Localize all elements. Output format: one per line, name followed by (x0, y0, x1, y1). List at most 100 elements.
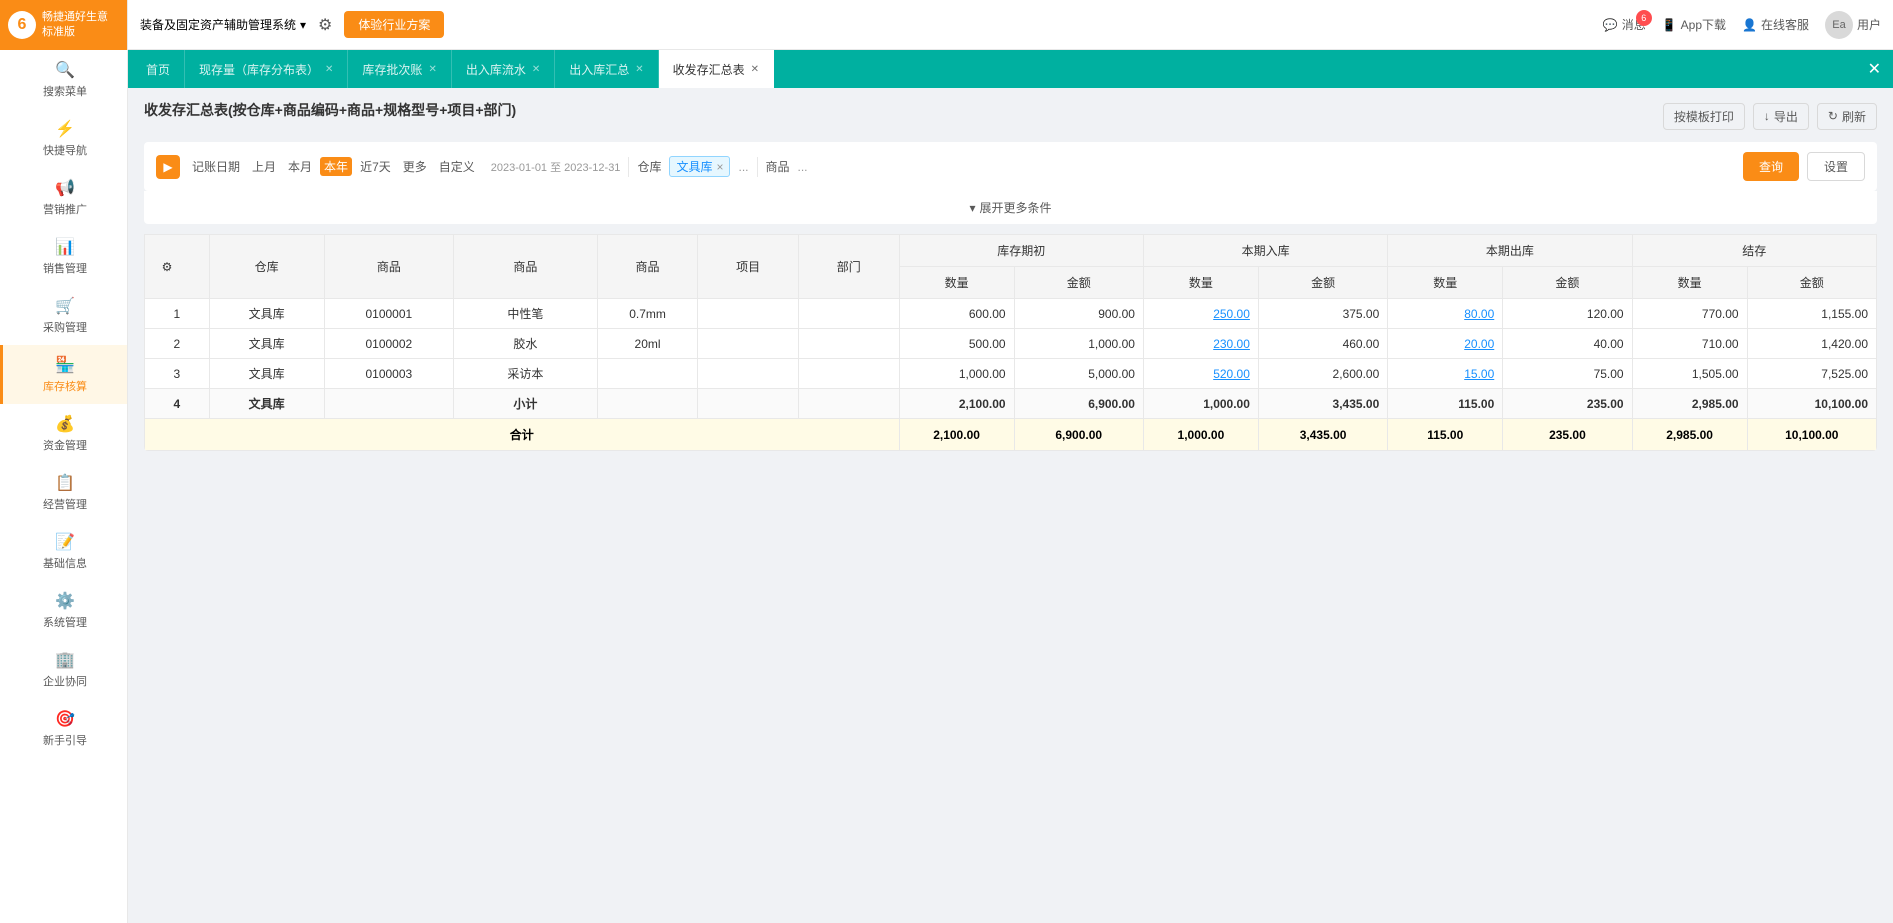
date-last-month[interactable]: 上月 (248, 157, 280, 176)
sidebar-item-basic-info[interactable]: 📝基础信息 (0, 522, 127, 581)
warehouse-tag-close[interactable]: × (716, 160, 723, 174)
filter-bar: ▶ 记账日期 上月 本月 本年 近7天 更多 自定义 2023-01-01 至 … (144, 142, 1877, 191)
footer-out-qty: 115.00 (1388, 419, 1503, 451)
data-table: ⚙ 仓库 商品 商品 商品 项目 部门 库存期初 本期入库 本期出库 结存 (144, 234, 1877, 451)
row-out-qty[interactable]: 20.00 (1388, 329, 1503, 359)
page-content: 收发存汇总表(按仓库+商品编码+商品+规格型号+项目+部门) 按模板打印 ↓ 导… (128, 88, 1893, 923)
sidebar-item-quick-nav[interactable]: ⚡快捷导航 (0, 109, 127, 168)
warehouse-tag[interactable]: 文具库 × (669, 156, 730, 177)
sidebar-item-operations[interactable]: 📋经营管理 (0, 463, 127, 522)
row-open-qty: 600.00 (899, 299, 1014, 329)
online-service-action[interactable]: 👤 在线客服 (1742, 16, 1809, 33)
inventory-icon: 🏪 (55, 355, 75, 375)
sidebar-item-marketing[interactable]: 📢营销推广 (0, 168, 127, 227)
date-this-month[interactable]: 本月 (284, 157, 316, 176)
row-seq: 4 (145, 389, 210, 419)
open-stock-header: 库存期初 (899, 235, 1143, 267)
date-custom[interactable]: 自定义 (435, 157, 479, 176)
row-open-amt: 6,900.00 (1014, 389, 1143, 419)
warehouse-more[interactable]: ... (738, 160, 748, 174)
settings-col-header[interactable]: ⚙ (145, 235, 210, 299)
row-in-amt: 375.00 (1258, 299, 1387, 329)
tab-label-home: 首页 (146, 61, 170, 78)
balance-header: 结存 (1632, 235, 1876, 267)
footer-open-amt: 6,900.00 (1014, 419, 1143, 451)
sidebar-item-finance[interactable]: 💰资金管理 (0, 404, 127, 463)
row-spec (597, 389, 698, 419)
row-project (698, 389, 799, 419)
refresh-button[interactable]: ↻ 刷新 (1817, 103, 1877, 130)
tab-label-batch: 库存批次账 (362, 61, 422, 78)
row-dept (798, 389, 899, 419)
footer-open-qty: 2,100.00 (899, 419, 1014, 451)
row-out-amt: 40.00 (1503, 329, 1632, 359)
tab-close-inout-flow[interactable]: ✕ (532, 64, 540, 75)
sidebar-item-inventory[interactable]: 🏪库存核算 (0, 345, 127, 404)
tab-bar-close-btn[interactable]: ✕ (1860, 59, 1889, 79)
sidebar-item-search[interactable]: 🔍搜索菜单 (0, 50, 127, 109)
date-this-year[interactable]: 本年 (320, 157, 352, 176)
row-in-qty[interactable]: 230.00 (1143, 329, 1258, 359)
message-action[interactable]: 💬 消息 6 (1603, 16, 1646, 33)
filter-row: 记账日期 上月 本月 本年 近7天 更多 自定义 2023-01-01 至 20… (192, 156, 1731, 177)
row-in-qty[interactable]: 520.00 (1143, 359, 1258, 389)
goods-more[interactable]: ... (798, 160, 808, 174)
filter-toggle[interactable]: ▶ (156, 155, 180, 179)
row-dept (798, 359, 899, 389)
row-open-qty: 500.00 (899, 329, 1014, 359)
tab-inout-flow[interactable]: 出入库流水✕ (452, 50, 555, 88)
marketing-icon: 📢 (55, 178, 75, 198)
tab-home[interactable]: 首页 (132, 50, 185, 88)
row-out-qty[interactable]: 15.00 (1388, 359, 1503, 389)
table-footer-row: 合计 2,100.00 6,900.00 1,000.00 3,435.00 1… (145, 419, 1877, 451)
row-seq: 1 (145, 299, 210, 329)
system-icon: ⚙️ (55, 591, 75, 611)
sales-icon: 📊 (55, 237, 75, 257)
tab-label-inventory-dist: 现存量（库存分布表） (199, 61, 319, 78)
in-stock-header: 本期入库 (1143, 235, 1387, 267)
sidebar-item-system[interactable]: ⚙️系统管理 (0, 581, 127, 640)
row-out-amt: 75.00 (1503, 359, 1632, 389)
row-name: 胶水 (454, 329, 598, 359)
row-open-amt: 900.00 (1014, 299, 1143, 329)
print-button[interactable]: 按模板打印 (1663, 103, 1745, 130)
tab-recv-send-summary[interactable]: 收发存汇总表✕ (659, 50, 774, 88)
row-open-qty: 1,000.00 (899, 359, 1014, 389)
sidebar-item-sales[interactable]: 📊销售管理 (0, 227, 127, 286)
date-more[interactable]: 更多 (399, 157, 431, 176)
user-action[interactable]: Ea 用户 (1825, 11, 1881, 39)
row-name: 中性笔 (454, 299, 598, 329)
sidebar-item-purchase[interactable]: 🛒采购管理 (0, 286, 127, 345)
tab-inout-summary[interactable]: 出入库汇总✕ (555, 50, 658, 88)
quick-nav-icon: ⚡ (55, 119, 75, 139)
row-out-amt: 120.00 (1503, 299, 1632, 329)
spec-col-header: 商品 (597, 235, 698, 299)
query-button[interactable]: 查询 (1743, 152, 1799, 181)
date-7days[interactable]: 近7天 (356, 157, 395, 176)
open-qty-header: 数量 (899, 267, 1014, 299)
setting-button[interactable]: 设置 (1807, 152, 1865, 181)
app-download-action[interactable]: 📱 App下载 (1662, 16, 1726, 33)
logo-icon: 6 (8, 11, 36, 39)
sidebar-nav: 🔍搜索菜单⚡快捷导航📢营销推广📊销售管理🛒采购管理🏪库存核算💰资金管理📋经营管理… (0, 50, 127, 923)
table-row: 4 文具库 小计 2,100.00 6,900.00 1,000.00 3,43… (145, 389, 1877, 419)
tab-close-recv-send-summary[interactable]: ✕ (751, 64, 759, 75)
tab-close-batch[interactable]: ✕ (428, 64, 436, 75)
gear-button[interactable]: ⚙ (318, 15, 332, 35)
filter-divider2 (757, 157, 758, 177)
expand-conditions-btn[interactable]: ▾ 展开更多条件 (156, 199, 1865, 216)
row-code: 0100003 (324, 359, 453, 389)
tab-inventory-dist[interactable]: 现存量（库存分布表） ✕ (185, 50, 348, 88)
export-button[interactable]: ↓ 导出 (1753, 103, 1809, 130)
try-industry-button[interactable]: 体验行业方案 (344, 11, 444, 38)
row-open-qty: 2,100.00 (899, 389, 1014, 419)
system-title-selector[interactable]: 装备及固定资产辅助管理系统 ▾ (140, 16, 306, 33)
row-out-qty[interactable]: 80.00 (1388, 299, 1503, 329)
row-in-qty[interactable]: 250.00 (1143, 299, 1258, 329)
sidebar-item-guide[interactable]: 🎯新手引导 (0, 699, 127, 758)
tab-batch[interactable]: 库存批次账 ✕ (348, 50, 451, 88)
tab-close-inventory-dist[interactable]: ✕ (325, 64, 333, 75)
table-container: ⚙ 仓库 商品 商品 商品 项目 部门 库存期初 本期入库 本期出库 结存 (144, 234, 1877, 451)
sidebar-item-enterprise[interactable]: 🏢企业协同 (0, 640, 127, 699)
tab-close-inout-summary[interactable]: ✕ (635, 64, 643, 75)
